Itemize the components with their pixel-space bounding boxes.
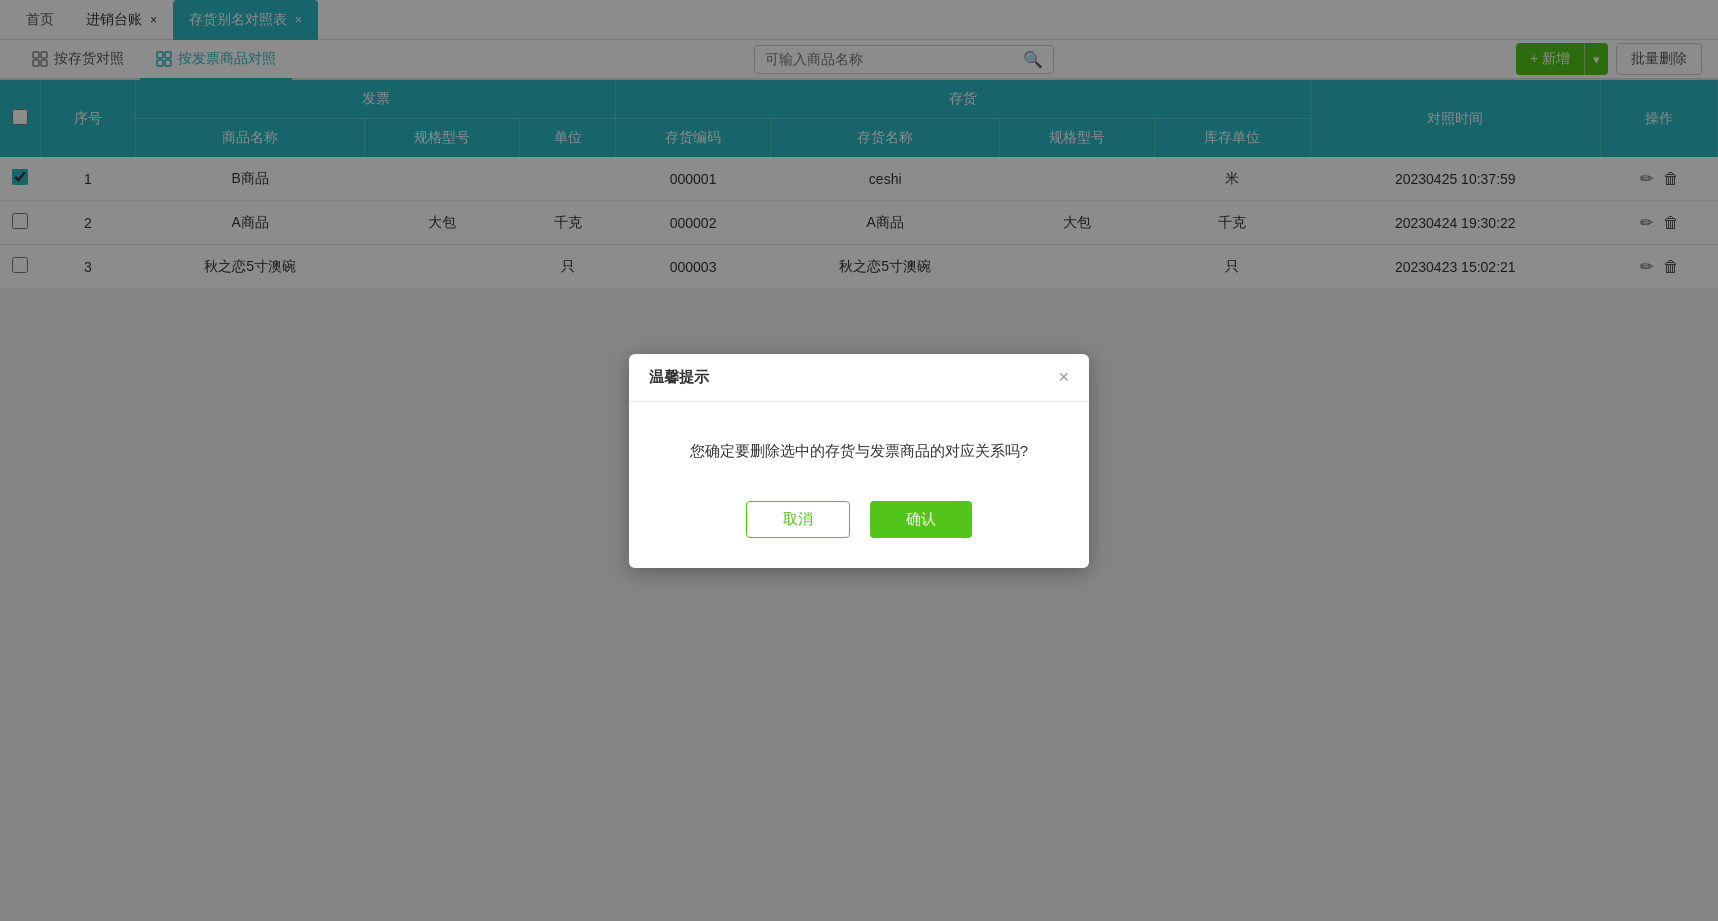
modal-overlay: 温馨提示 × 您确定要删除选中的存货与发票商品的对应关系吗? 取消 确认: [0, 0, 1718, 289]
